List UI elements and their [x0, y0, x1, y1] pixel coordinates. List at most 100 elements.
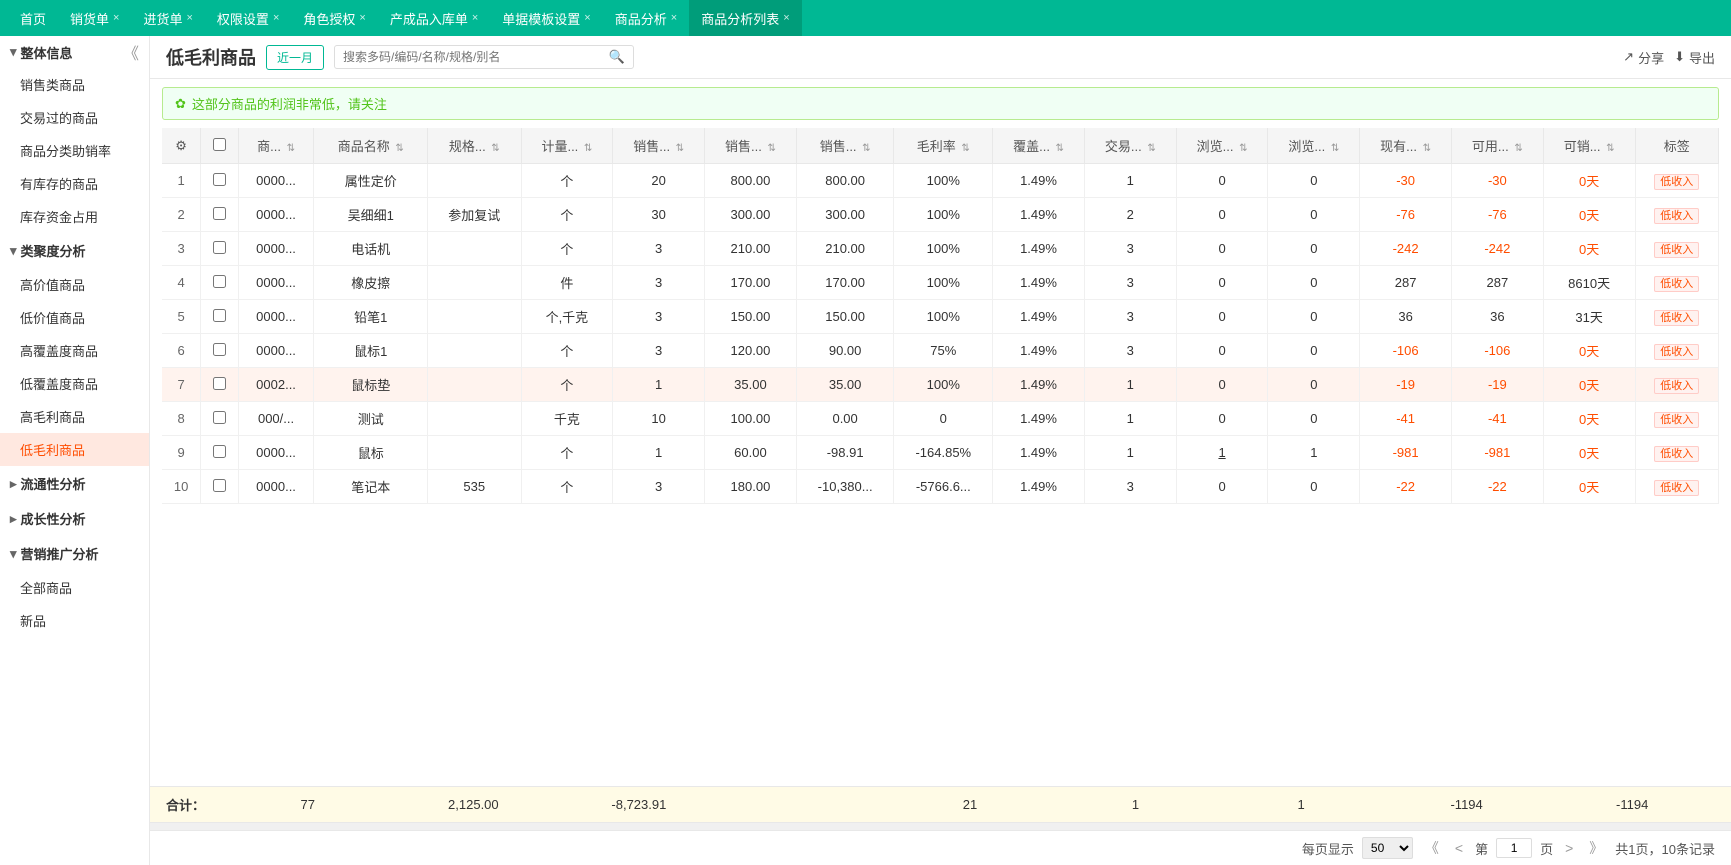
- col-name[interactable]: 商品名称 ⇅: [314, 128, 428, 164]
- nav-roles[interactable]: 角色授权 ×: [291, 0, 377, 36]
- sidebar-item-category-rate[interactable]: 商品分类助销率: [0, 134, 149, 167]
- col-sales-cost[interactable]: 销售... ⇅: [796, 128, 894, 164]
- row-current: -242: [1360, 232, 1452, 266]
- row-num: 1: [162, 164, 201, 198]
- export-btn[interactable]: ⬇ 导出: [1674, 48, 1715, 67]
- row-select-checkbox[interactable]: [213, 173, 226, 186]
- row-view2: 0: [1268, 300, 1360, 334]
- sidebar-item-all-products[interactable]: 全部商品: [0, 571, 149, 604]
- sidebar-item-inventory-products[interactable]: 有库存的商品: [0, 167, 149, 200]
- nav-purchase[interactable]: 进货单 ×: [131, 0, 204, 36]
- row-checkbox[interactable]: [201, 232, 238, 266]
- sidebar-collapse-btn[interactable]: 《: [121, 42, 141, 62]
- row-view1: 0: [1176, 334, 1268, 368]
- col-checkbox[interactable]: [201, 128, 238, 164]
- sidebar-group-marketing[interactable]: ▾ 营销推广分析: [0, 536, 149, 571]
- close-roles-icon[interactable]: ×: [359, 12, 365, 24]
- nav-home[interactable]: 首页: [8, 0, 58, 36]
- footer-view1: 1: [1053, 797, 1219, 812]
- close-purchase-icon[interactable]: ×: [186, 12, 192, 24]
- col-transactions[interactable]: 交易... ⇅: [1084, 128, 1176, 164]
- pagination-prev-single-icon[interactable]: <: [1451, 840, 1467, 856]
- select-all-checkbox[interactable]: [213, 138, 226, 151]
- col-spec[interactable]: 规格... ⇅: [428, 128, 521, 164]
- pagination-next-single-icon[interactable]: >: [1561, 840, 1577, 856]
- pagination-prev-icon[interactable]: 《: [1421, 838, 1443, 858]
- share-btn[interactable]: ↗ 分享: [1623, 48, 1664, 67]
- sidebar-item-high-value[interactable]: 高价值商品: [0, 268, 149, 301]
- close-product-analysis-icon[interactable]: ×: [671, 12, 677, 24]
- export-label: 导出: [1689, 48, 1715, 67]
- col-view2[interactable]: 浏览... ⇅: [1268, 128, 1360, 164]
- per-page-select[interactable]: 50 20 100: [1362, 837, 1413, 859]
- hscroll-bar[interactable]: [150, 822, 1731, 830]
- sidebar-group-clustering[interactable]: ▾ 类聚度分析: [0, 233, 149, 268]
- row-unit: 个,千克: [521, 300, 613, 334]
- nav-product-analysis[interactable]: 商品分析 ×: [603, 0, 689, 36]
- col-coverage[interactable]: 覆盖... ⇅: [993, 128, 1085, 164]
- row-checkbox[interactable]: [201, 164, 238, 198]
- pagination-next-icon[interactable]: 》: [1585, 838, 1607, 858]
- col-sales-amt[interactable]: 销售... ⇅: [705, 128, 797, 164]
- close-permissions-icon[interactable]: ×: [273, 12, 279, 24]
- col-current[interactable]: 现有... ⇅: [1360, 128, 1452, 164]
- row-name: 橡皮擦: [314, 266, 428, 300]
- sidebar-item-high-margin[interactable]: 高毛利商品: [0, 400, 149, 433]
- sidebar-group-growth[interactable]: ▸ 成长性分析: [0, 501, 149, 536]
- search-input[interactable]: [343, 50, 609, 64]
- col-gross-rate[interactable]: 毛利率 ⇅: [894, 128, 993, 164]
- sidebar-item-high-coverage[interactable]: 高覆盖度商品: [0, 334, 149, 367]
- row-select-checkbox[interactable]: [213, 445, 226, 458]
- col-sales-qty[interactable]: 销售... ⇅: [613, 128, 705, 164]
- nav-product-entry[interactable]: 产成品入库单 ×: [378, 0, 490, 36]
- row-num: 3: [162, 232, 201, 266]
- row-checkbox[interactable]: [201, 436, 238, 470]
- close-product-entry-icon[interactable]: ×: [472, 12, 478, 24]
- col-view1[interactable]: 浏览... ⇅: [1176, 128, 1268, 164]
- row-view1[interactable]: 1: [1176, 436, 1268, 470]
- col-available[interactable]: 可用... ⇅: [1451, 128, 1543, 164]
- sidebar-item-low-margin[interactable]: 低毛利商品: [0, 433, 149, 466]
- filter-recent-month-btn[interactable]: 近一月: [266, 45, 324, 70]
- row-select-checkbox[interactable]: [213, 275, 226, 288]
- col-unit[interactable]: 计量... ⇅: [521, 128, 613, 164]
- nav-product-analysis-list[interactable]: 商品分析列表 ×: [689, 0, 801, 36]
- row-select-checkbox[interactable]: [213, 343, 226, 356]
- row-tag: 低收入: [1635, 300, 1719, 334]
- sidebar-item-sales-products[interactable]: 销售类商品: [0, 68, 149, 101]
- row-select-checkbox[interactable]: [213, 479, 226, 492]
- row-select-checkbox[interactable]: [213, 207, 226, 220]
- row-select-checkbox[interactable]: [213, 241, 226, 254]
- row-checkbox[interactable]: [201, 266, 238, 300]
- row-checkbox[interactable]: [201, 402, 238, 436]
- row-checkbox[interactable]: [201, 470, 238, 504]
- close-sales-icon[interactable]: ×: [113, 12, 119, 24]
- row-checkbox[interactable]: [201, 334, 238, 368]
- col-settings[interactable]: ⚙: [162, 128, 201, 164]
- close-template-icon[interactable]: ×: [584, 12, 590, 24]
- row-view1: 0: [1176, 232, 1268, 266]
- sidebar-item-new-products[interactable]: 新品: [0, 604, 149, 637]
- sidebar-group-liquidity[interactable]: ▸ 流通性分析: [0, 466, 149, 501]
- row-select-checkbox[interactable]: [213, 309, 226, 322]
- nav-permissions[interactable]: 权限设置 ×: [205, 0, 291, 36]
- sidebar-item-low-value[interactable]: 低价值商品: [0, 301, 149, 334]
- nav-sales[interactable]: 销货单 ×: [58, 0, 131, 36]
- sidebar-item-traded-products[interactable]: 交易过的商品: [0, 101, 149, 134]
- row-select-checkbox[interactable]: [213, 377, 226, 390]
- row-select-checkbox[interactable]: [213, 411, 226, 424]
- search-icon[interactable]: 🔍: [609, 49, 625, 65]
- close-product-analysis-list-icon[interactable]: ×: [783, 12, 789, 24]
- sidebar-item-inventory-capital[interactable]: 库存资金占用: [0, 200, 149, 233]
- col-code[interactable]: 商... ⇅: [238, 128, 314, 164]
- sidebar-group-overview[interactable]: ▾ 整体信息: [10, 43, 73, 62]
- row-checkbox[interactable]: [201, 368, 238, 402]
- page-input[interactable]: [1496, 838, 1532, 858]
- col-sellable[interactable]: 可销... ⇅: [1543, 128, 1635, 164]
- sidebar-item-low-coverage[interactable]: 低覆盖度商品: [0, 367, 149, 400]
- row-checkbox[interactable]: [201, 198, 238, 232]
- row-checkbox[interactable]: [201, 300, 238, 334]
- per-page-label: 每页显示: [1302, 839, 1354, 858]
- nav-template[interactable]: 单据模板设置 ×: [490, 0, 602, 36]
- footer-label: 合计：: [166, 795, 205, 814]
